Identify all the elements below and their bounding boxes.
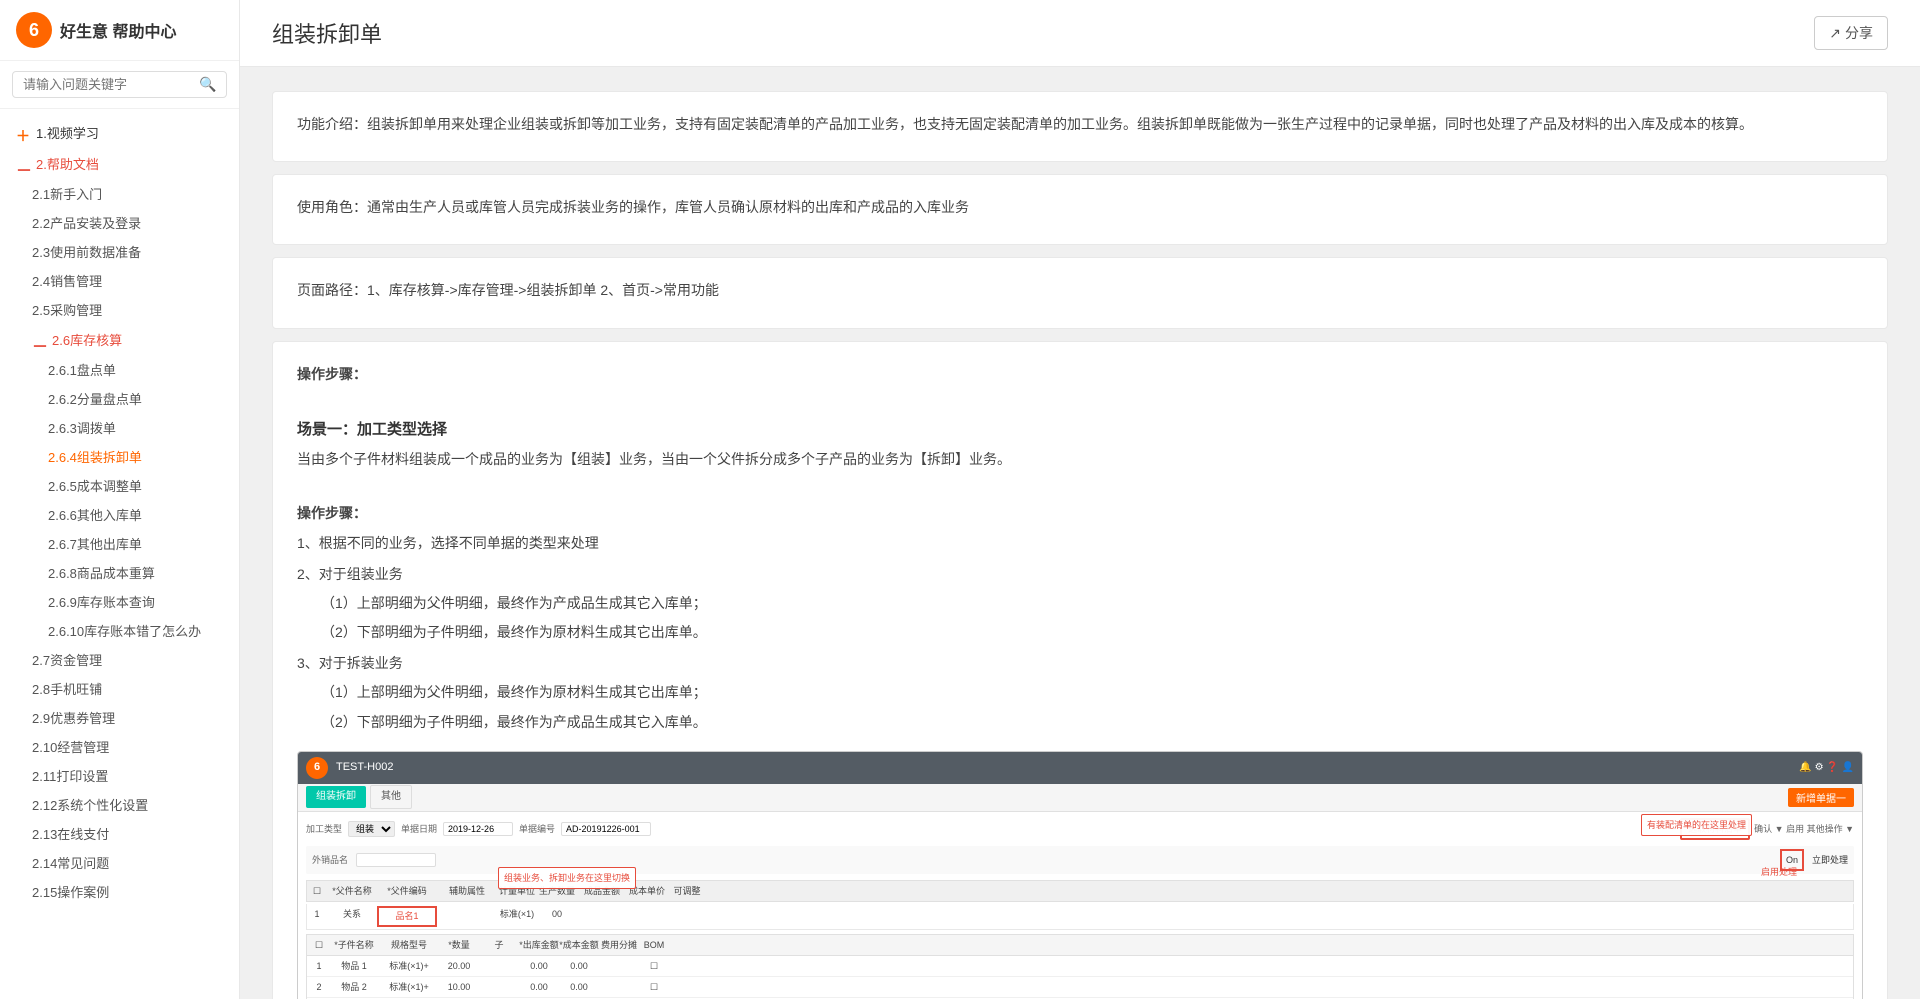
- sidebar-item-assembly[interactable]: 2.6.4组装拆卸单: [0, 442, 239, 471]
- mock-annotation2: 组装业务、拆卸业务在这里切换: [498, 867, 636, 889]
- page-title: 组装拆卸单: [272, 17, 382, 49]
- sidebar-header: 6 好生意 帮助中心: [0, 0, 239, 61]
- sidebar-item-newbie[interactable]: 2.1新手入门: [0, 179, 239, 208]
- content-area: 功能介绍：组装拆卸单用来处理企业组装或拆卸等加工业务，支持有固定装配清单的产品加…: [240, 67, 1920, 999]
- sidebar-item-finance[interactable]: 2.7资金管理: [0, 645, 239, 674]
- share-label: 分享: [1845, 23, 1873, 43]
- sidebar-item-other-out[interactable]: 2.6.7其他出库单: [0, 529, 239, 558]
- step2-sub2: （2）下部明细为子件明细，最终作为原材料生成其它出库单。: [297, 620, 1863, 645]
- step3-sub1: （1）上部明细为父件明细，最终作为原材料生成其它出库单；: [297, 680, 1863, 705]
- intro-card: 功能介绍：组装拆卸单用来处理企业组装或拆卸等加工业务，支持有固定装配清单的产品加…: [272, 91, 1888, 162]
- mock-confirm-btn: 立即处理: [1812, 852, 1848, 868]
- step2: 2、对于组装业务 （1）上部明细为父件明细，最终作为产成品生成其它入库单； （2…: [297, 562, 1863, 646]
- sidebar-item-coupon[interactable]: 2.9优惠券管理: [0, 703, 239, 732]
- sidebar-item-install[interactable]: 2.2产品安装及登录: [0, 208, 239, 237]
- mock-toggle-label: 外销品名: [312, 852, 348, 868]
- intro-text: 功能介绍：组装拆卸单用来处理企业组装或拆卸等加工业务，支持有固定装配清单的产品加…: [297, 112, 1863, 137]
- sidebar: 6 好生意 帮助中心 🔍 ＋ 1.视频学习 － 2.帮助文档 2.1新手入门 2…: [0, 0, 240, 999]
- sidebar-item-video[interactable]: ＋ 1.视频学习: [0, 117, 239, 148]
- sidebar-item-online-pay[interactable]: 2.13在线支付: [0, 819, 239, 848]
- search-input[interactable]: [12, 71, 227, 98]
- step1: 1、根据不同的业务，选择不同单据的类型来处理: [297, 531, 1863, 556]
- screenshot-container: 6 TEST-H002 🔔 ⚙ ❓ 👤 组装拆卸 其他 新增单据一: [297, 751, 1863, 999]
- sidebar-item-ledger-fix[interactable]: 2.6.10库存账本错了怎么办: [0, 616, 239, 645]
- mock-logo: 6: [306, 757, 328, 779]
- mock-product-input[interactable]: [356, 853, 436, 867]
- sidebar-item-print[interactable]: 2.11打印设置: [0, 761, 239, 790]
- mock-annotation3: 启用处理: [1756, 862, 1802, 882]
- mock-top-icons: 🔔 ⚙ ❓ 👤: [1799, 759, 1854, 777]
- app-logo: 6: [16, 12, 52, 48]
- mock-sub-table: ☐*子件名称规格型号*数量子*出库金额*成本金额费用分摊BOM 1物品 1标准(…: [306, 934, 1854, 999]
- share-icon: ↗: [1829, 25, 1841, 42]
- sidebar-item-sales[interactable]: 2.4销售管理: [0, 266, 239, 295]
- main-content: 组装拆卸单 ↗ 分享 功能介绍：组装拆卸单用来处理企业组装或拆卸等加工业务，支持…: [240, 0, 1920, 999]
- sidebar-item-purchase[interactable]: 2.5采购管理: [0, 295, 239, 324]
- mock-sub-row2: 2物品 2标准(×1)+10.000.000.00☐: [307, 977, 1853, 998]
- scene1-title: 场景一：加工类型选择: [297, 416, 1863, 443]
- sidebar-item-mobile[interactable]: 2.8手机旺铺: [0, 674, 239, 703]
- mock-date-label: 单据日期: [401, 821, 437, 837]
- role-card: 使用角色：通常由生产人员或库管人员完成拆装业务的操作，库管人员确认原材料的出库和…: [272, 174, 1888, 245]
- nav-list: ＋ 1.视频学习 － 2.帮助文档 2.1新手入门 2.2产品安装及登录 2.3…: [0, 109, 239, 999]
- mock-new-doc-button[interactable]: 新增单据一: [1788, 788, 1854, 807]
- sidebar-item-data-prep[interactable]: 2.3使用前数据准备: [0, 237, 239, 266]
- mock-app-id: TEST-H002: [336, 758, 393, 778]
- step2-sub1: （1）上部明细为父件明细，最终作为产成品生成其它入库单；: [297, 591, 1863, 616]
- mock-type-label: 加工类型: [306, 821, 342, 837]
- search-button[interactable]: 🔍: [199, 76, 216, 93]
- role-text: 使用角色：通常由生产人员或库管人员完成拆装业务的操作，库管人员确认原材料的出库和…: [297, 195, 1863, 220]
- path-text: 页面路径：1、库存核算->库存管理->组装拆卸单 2、首页->常用功能: [297, 278, 1863, 303]
- scene1-desc: 当由多个子件材料组装成一个成品的业务为【组装】业务，当由一个父件拆分成多个子产品…: [297, 447, 1863, 472]
- search-box: 🔍: [0, 61, 239, 109]
- sidebar-item-inventory[interactable]: － 2.6库存核算: [0, 324, 239, 355]
- plus-icon: ＋: [16, 126, 30, 140]
- sidebar-item-system[interactable]: 2.12系统个性化设置: [0, 790, 239, 819]
- mock-tab-assembly[interactable]: 组装拆卸: [306, 786, 366, 808]
- sidebar-item-cost-recalc[interactable]: 2.6.8商品成本重算: [0, 558, 239, 587]
- sidebar-item-ops[interactable]: 2.10经营管理: [0, 732, 239, 761]
- mock-date-input[interactable]: [443, 822, 513, 836]
- mock-action-btns: 确认 ▼ 启用 其他操作 ▼: [1754, 821, 1854, 837]
- sidebar-item-ledger-query[interactable]: 2.6.9库存账本查询: [0, 587, 239, 616]
- mock-type-select[interactable]: 组装: [348, 821, 395, 837]
- mock-sub-row1: 1物品 1标准(×1)+20.000.000.00☐: [307, 956, 1853, 977]
- sidebar-item-cases[interactable]: 2.15操作案例: [0, 877, 239, 906]
- mock-annotation1: 有装配清单的在这里处理: [1641, 814, 1752, 836]
- mock-tab-other[interactable]: 其他: [370, 785, 412, 809]
- sidebar-item-faq[interactable]: 2.14常见问题: [0, 848, 239, 877]
- path-card: 页面路径：1、库存核算->库存管理->组装拆卸单 2、首页->常用功能: [272, 257, 1888, 328]
- step3-sub2: （2）下部明细为子件明细，最终作为产成品生成其它入库单。: [297, 710, 1863, 735]
- step3: 3、对于拆装业务 （1）上部明细为父件明细，最终作为原材料生成其它出库单； （2…: [297, 651, 1863, 735]
- page-header: 组装拆卸单 ↗ 分享: [240, 0, 1920, 67]
- sidebar-item-help-docs[interactable]: － 2.帮助文档: [0, 148, 239, 179]
- scene1-steps-title: 操作步骤：: [297, 501, 1863, 526]
- mock-ordernum-input[interactable]: [561, 822, 651, 836]
- mock-ordernum-label: 单据编号: [519, 821, 555, 837]
- share-button[interactable]: ↗ 分享: [1814, 16, 1888, 50]
- app-name: 好生意 帮助中心: [60, 18, 176, 42]
- mock-table-row1: 1 关系 品名1 标准(×1) 00: [306, 904, 1854, 929]
- sidebar-item-partial-stocktake[interactable]: 2.6.2分量盘点单: [0, 384, 239, 413]
- sidebar-item-stocktake[interactable]: 2.6.1盘点单: [0, 355, 239, 384]
- mock-sub-header: ☐*子件名称规格型号*数量子*出库金额*成本金额费用分摊BOM: [307, 935, 1853, 956]
- minus-icon: －: [16, 157, 30, 171]
- minus-icon-inventory: －: [32, 333, 46, 347]
- sidebar-item-transfer[interactable]: 2.6.3调拨单: [0, 413, 239, 442]
- sidebar-item-cost-adjust[interactable]: 2.6.5成本调整单: [0, 471, 239, 500]
- steps-title: 操作步骤：: [297, 362, 1863, 387]
- steps-card: 操作步骤： 场景一：加工类型选择 当由多个子件材料组装成一个成品的业务为【组装】…: [272, 341, 1888, 999]
- sidebar-item-other-in[interactable]: 2.6.6其他入库单: [0, 500, 239, 529]
